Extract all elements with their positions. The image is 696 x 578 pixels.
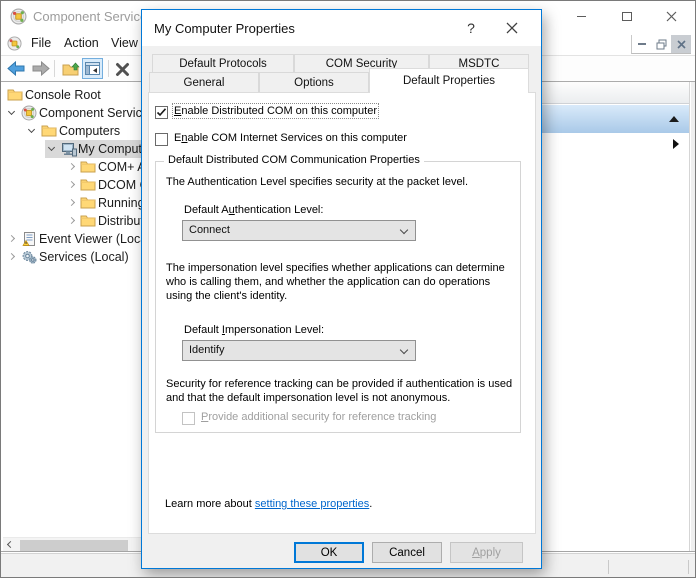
enable-dcom-label[interactable]: Enable Distributed COM on this computer: [172, 103, 379, 119]
cancel-button[interactable]: Cancel: [372, 542, 442, 563]
chevron-collapsed-icon[interactable]: [67, 162, 76, 171]
window-edge: [691, 82, 695, 552]
chevron-expanded-icon[interactable]: [7, 107, 16, 116]
group-title: Default Distributed COM Communication Pr…: [164, 154, 424, 166]
learn-more-text: Learn more about setting these propertie…: [165, 498, 373, 510]
authentication-level-label: Default Authentication Level:: [184, 204, 324, 216]
menu-action[interactable]: Action: [64, 36, 99, 50]
authentication-description: The Authentication Level specifies secur…: [166, 176, 469, 188]
close-icon: [506, 22, 518, 34]
chevron-collapsed-icon[interactable]: [67, 198, 76, 207]
collapse-section-icon[interactable]: [669, 116, 679, 122]
close-button[interactable]: [649, 1, 694, 31]
reference-tracking-checkbox: [182, 412, 195, 425]
impersonation-level-select[interactable]: Identify: [182, 340, 416, 361]
scrollbar-thumb[interactable]: [20, 540, 128, 551]
impersonation-level-label: Default Impersonation Level:: [184, 324, 325, 336]
services-gear-icon: [21, 249, 37, 268]
actions-section-header[interactable]: [535, 105, 689, 133]
console-icon: [7, 36, 22, 56]
chevron-expanded-icon[interactable]: [27, 125, 36, 134]
actions-pane-header: [535, 82, 689, 104]
minimize-icon: [637, 43, 646, 45]
folder-icon: [80, 177, 96, 195]
status-separator: [608, 560, 609, 574]
reference-tracking-description-line2: and that the default impersonation level…: [166, 392, 451, 404]
delete-icon[interactable]: [115, 62, 130, 82]
tab-default-properties[interactable]: Default Properties: [369, 68, 529, 93]
child-minimize-button[interactable]: [632, 35, 652, 53]
close-icon: [666, 11, 677, 21]
apply-button: Apply: [450, 542, 523, 563]
enable-cis-checkbox[interactable]: [155, 133, 168, 146]
dialog-help-button[interactable]: ?: [458, 16, 484, 40]
menu-view[interactable]: View: [111, 36, 138, 50]
child-window-controls: [631, 35, 692, 54]
actions-pane: [535, 82, 690, 552]
chevron-collapsed-icon[interactable]: [67, 216, 76, 225]
scroll-left-icon[interactable]: [6, 540, 15, 549]
show-hide-console-tree-button[interactable]: [82, 58, 103, 79]
enable-dcom-checkbox[interactable]: [155, 106, 168, 119]
dcom-communication-group: Default Distributed COM Communication Pr…: [155, 154, 521, 433]
component-services-window: Component Services File Action View Cons…: [0, 0, 696, 578]
up-one-level-icon[interactable]: [62, 61, 80, 82]
impersonation-level-value: Identify: [189, 344, 225, 356]
event-viewer-icon: [21, 231, 37, 250]
chevron-collapsed-icon[interactable]: [7, 234, 16, 243]
chevron-down-icon: [399, 345, 409, 355]
toolbar-separator: [54, 60, 55, 77]
menu-file[interactable]: File: [31, 36, 51, 50]
reference-tracking-description-line1: Security for reference tracking can be p…: [166, 378, 513, 390]
setting-properties-link[interactable]: setting these properties: [255, 498, 369, 510]
authentication-level-select[interactable]: Connect: [182, 220, 416, 241]
toolbar-separator: [108, 60, 109, 77]
dialog-title: My Computer Properties: [154, 21, 295, 36]
more-actions-icon[interactable]: [673, 139, 679, 149]
folder-icon: [41, 123, 57, 141]
impersonation-description-line1: The impersonation level specifies whethe…: [166, 262, 505, 274]
computer-icon: [60, 141, 77, 160]
window-title: Component Services: [33, 9, 154, 24]
authentication-level-value: Connect: [189, 224, 230, 236]
restore-icon: [656, 39, 667, 49]
forward-icon[interactable]: [31, 60, 50, 81]
chevron-down-icon: [399, 225, 409, 235]
reference-tracking-label: Provide additional security for referenc…: [201, 411, 437, 423]
app-logo-icon: [10, 8, 27, 30]
folder-icon: [7, 87, 23, 105]
ok-button[interactable]: OK: [294, 542, 364, 563]
close-icon: [677, 39, 686, 49]
minimize-icon: [577, 15, 586, 17]
folder-icon: [80, 159, 96, 177]
back-icon[interactable]: [7, 60, 26, 81]
chevron-collapsed-icon[interactable]: [7, 252, 16, 261]
dialog-title-bar: My Computer Properties ?: [142, 10, 541, 46]
child-restore-button[interactable]: [652, 35, 672, 53]
component-services-icon: [21, 105, 37, 124]
maximize-icon: [621, 11, 632, 21]
chevron-collapsed-icon[interactable]: [67, 180, 76, 189]
check-icon: [156, 108, 167, 117]
impersonation-description-line3: using the client's identity.: [166, 290, 288, 302]
dialog-close-button[interactable]: [494, 16, 530, 40]
tab-options[interactable]: Options: [259, 72, 369, 92]
default-properties-page: Enable Distributed COM on this computer …: [148, 92, 536, 534]
minimize-button[interactable]: [559, 1, 604, 31]
folder-icon: [80, 195, 96, 213]
impersonation-description-line2: who is calling them, and whether the app…: [166, 276, 491, 288]
status-separator: [688, 560, 689, 574]
console-tree-icon: [85, 62, 100, 75]
folder-icon: [80, 213, 96, 231]
child-close-button[interactable]: [671, 35, 692, 53]
tab-general[interactable]: General: [149, 72, 259, 92]
enable-cis-label[interactable]: Enable COM Internet Services on this com…: [174, 132, 407, 144]
my-computer-properties-dialog: My Computer Properties ? Default Protoco…: [141, 9, 542, 569]
maximize-button[interactable]: [604, 1, 649, 31]
tab-default-protocols[interactable]: Default Protocols: [152, 54, 294, 73]
